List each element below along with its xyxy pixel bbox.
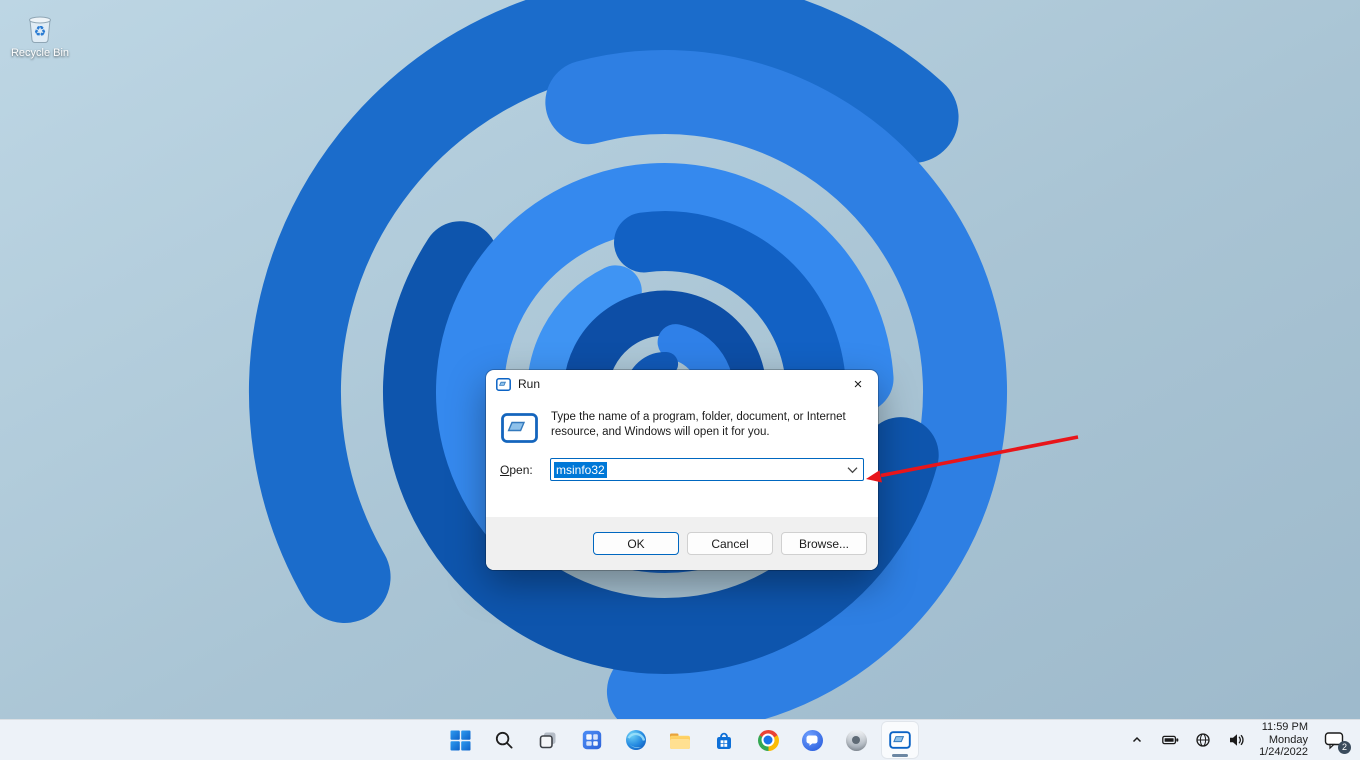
file-explorer-button[interactable] (662, 722, 698, 758)
taskbar-center-icons (442, 720, 918, 760)
edge-button[interactable] (618, 722, 654, 758)
task-view-icon (538, 730, 558, 750)
widgets-button[interactable] (574, 722, 610, 758)
run-titlebar-icon (496, 378, 511, 391)
run-dialog: Run × Type the name of a program, folder… (486, 370, 878, 570)
notifications-button[interactable]: 2 (1318, 724, 1350, 756)
volume-icon (1228, 732, 1245, 748)
network-button[interactable] (1190, 725, 1216, 755)
ok-button[interactable]: OK (593, 532, 679, 555)
clock-time: 11:59 PM (1259, 721, 1308, 734)
chrome-button[interactable] (750, 722, 786, 758)
edge-icon (625, 729, 647, 751)
network-globe-icon (1195, 732, 1211, 748)
task-view-button[interactable] (530, 722, 566, 758)
generic-app-icon (846, 730, 867, 751)
widgets-icon (582, 730, 602, 750)
recycle-bin-desktop-icon[interactable]: ♻ Recycle Bin (8, 6, 72, 59)
battery-button[interactable] (1157, 725, 1183, 755)
chat-icon (802, 730, 823, 751)
start-button[interactable] (442, 722, 478, 758)
recycle-bin-icon: ♻ (19, 6, 61, 46)
open-combobox[interactable]: msinfo32 (550, 458, 864, 481)
battery-icon (1162, 733, 1179, 747)
desktop: ♻ Recycle Bin Run × Type the name of a p… (0, 0, 1360, 760)
close-button[interactable]: × (838, 370, 878, 398)
taskbar-system-tray: 11:59 PM Monday 1/24/2022 2 (1124, 720, 1360, 760)
run-dialog-titlebar[interactable]: Run × (486, 370, 878, 398)
browse-button[interactable]: Browse... (781, 532, 867, 555)
close-icon: × (854, 376, 863, 393)
run-app-icon (889, 731, 911, 749)
run-dialog-description: Type the name of a program, folder, docu… (551, 410, 864, 443)
run-dialog-title: Run (518, 377, 540, 391)
chrome-icon (758, 730, 779, 751)
generic-app-button[interactable] (838, 722, 874, 758)
volume-button[interactable] (1223, 725, 1249, 755)
run-app-button[interactable] (882, 722, 918, 758)
store-button[interactable] (706, 722, 742, 758)
open-input-value[interactable]: msinfo32 (554, 462, 607, 478)
taskbar-clock[interactable]: 11:59 PM Monday 1/24/2022 (1256, 721, 1311, 759)
run-dialog-icon (501, 413, 538, 443)
microsoft-store-icon (713, 730, 735, 751)
run-dialog-footer: OK Cancel Browse... (486, 517, 878, 570)
windows-start-icon (450, 730, 471, 751)
chat-app-button[interactable] (794, 722, 830, 758)
file-explorer-icon (669, 731, 691, 750)
svg-text:♻: ♻ (34, 24, 47, 40)
chevron-up-icon (1130, 733, 1144, 747)
search-icon (494, 730, 514, 750)
clock-day: Monday (1259, 734, 1308, 747)
cancel-button[interactable]: Cancel (687, 532, 773, 555)
open-label: Open: (500, 463, 550, 477)
clock-date: 1/24/2022 (1259, 746, 1308, 759)
notification-count-badge: 2 (1338, 741, 1351, 754)
combobox-dropdown-icon[interactable] (847, 466, 858, 473)
recycle-bin-label: Recycle Bin (8, 47, 72, 59)
search-button[interactable] (486, 722, 522, 758)
hidden-icons-button[interactable] (1124, 725, 1150, 755)
taskbar: 11:59 PM Monday 1/24/2022 2 (0, 719, 1360, 760)
